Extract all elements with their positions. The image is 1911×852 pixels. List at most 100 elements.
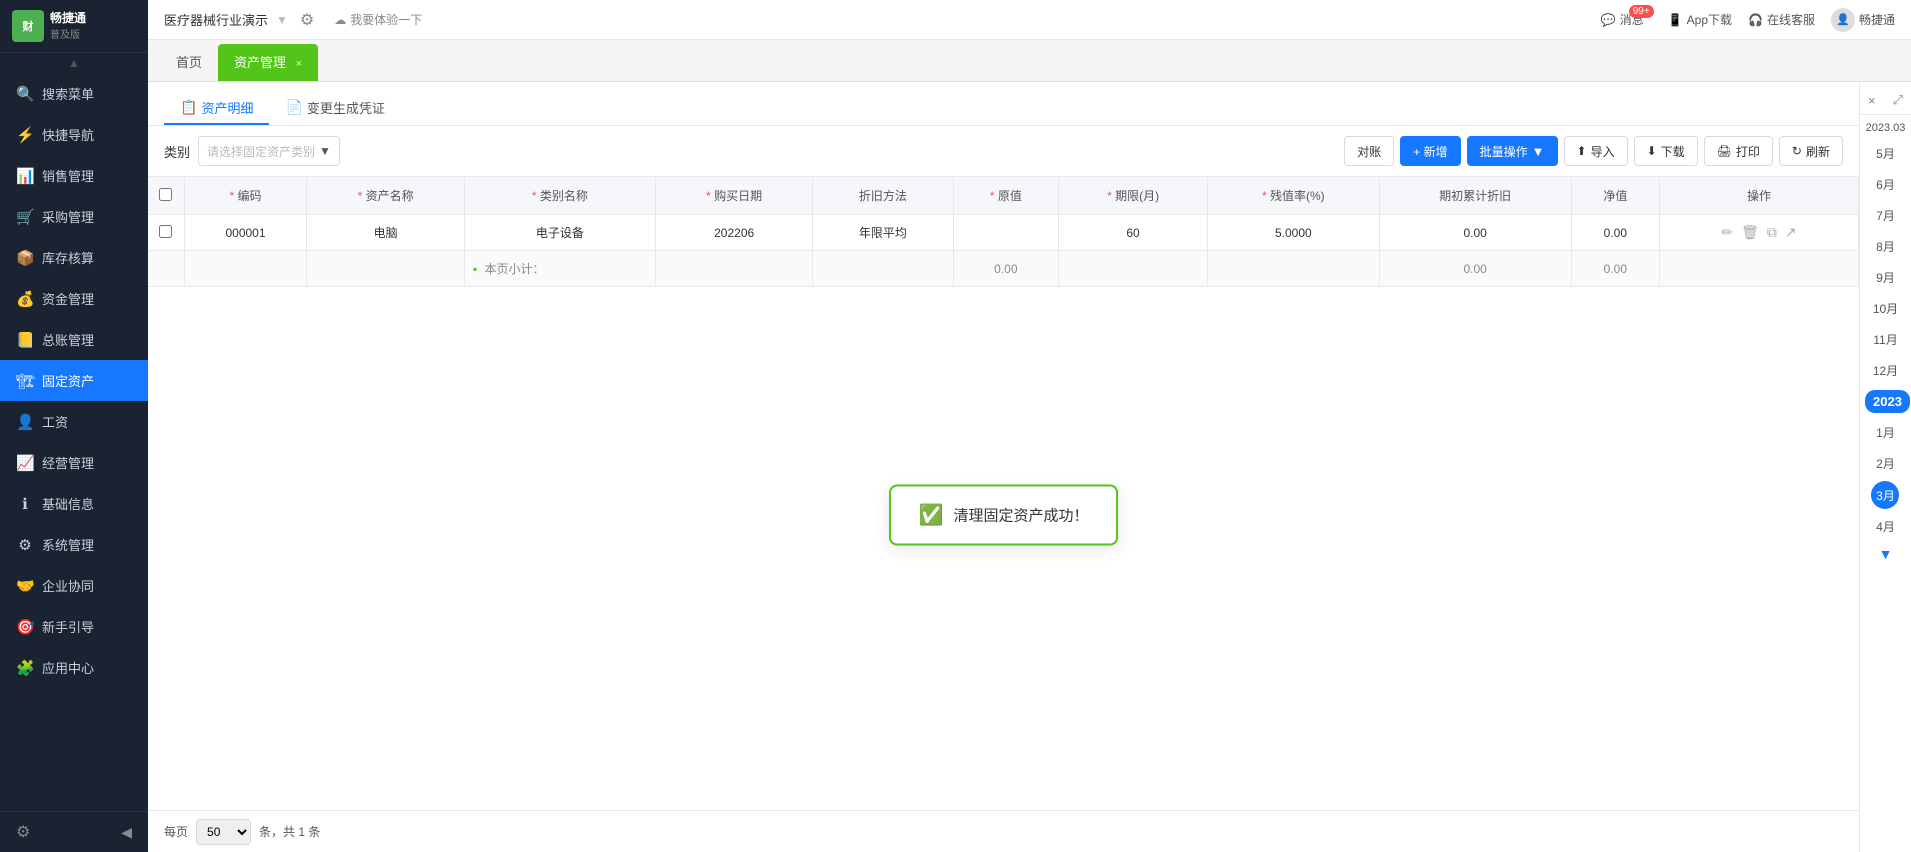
download-btn[interactable]: ⬇ 下载 [1634, 136, 1698, 166]
online-service-btn[interactable]: 🎧 在线客服 [1748, 11, 1815, 28]
sub-tab-asset-detail[interactable]: 📋 资产明细 [164, 92, 269, 125]
reconcile-btn[interactable]: 对账 [1344, 136, 1394, 166]
import-btn[interactable]: ⬆ 导入 [1564, 136, 1628, 166]
sidebar-item-label: 快捷导航 [42, 125, 94, 144]
batch-dropdown-icon: ▼ [1532, 144, 1545, 159]
subtotal-icon: ▪ [473, 262, 477, 276]
print-icon: 🖨 [1717, 144, 1732, 158]
content-area: 📋 资产明细 📄 变更生成凭证 类别 请选择固定资产类别 ▼ [148, 82, 1911, 852]
toast-check-icon: ✅ [919, 502, 944, 527]
batch-ops-label: 批量操作 [1480, 143, 1528, 160]
th-accum-depr: 期初累计折旧 [1379, 177, 1571, 215]
sidebar-item-guide[interactable]: 🎯新手引导 [0, 606, 148, 647]
month-item[interactable]: 10月 [1863, 293, 1908, 324]
toolbar-right: 对账 + 新增 批量操作 ▼ ⬆ 导入 ⬇ 下载 [1344, 136, 1843, 166]
refresh-icon: ↻ [1792, 144, 1802, 158]
collapse-icon[interactable]: ◀ [121, 824, 132, 841]
ops-icon: 📈 [16, 454, 34, 472]
tab-home[interactable]: 首页 [160, 44, 218, 81]
tabbar: 首页 资产管理 × [148, 40, 1911, 82]
more-btn[interactable]: ↗ [1785, 224, 1797, 241]
month-item[interactable]: 4月 [1863, 511, 1908, 542]
tab-close-icon[interactable]: × [296, 58, 302, 70]
company-name: 医疗器械行业演示 [164, 10, 268, 29]
sidebar-item-finance[interactable]: 💰资金管理 [0, 278, 148, 319]
quick-nav-icon: ⚡ [16, 126, 34, 144]
sidebar-item-fixed-assets[interactable]: 🏗固定资产 [0, 360, 148, 401]
message-btn[interactable]: 💬 消息 99+ [1601, 11, 1644, 28]
enterprise-icon: 🤝 [16, 577, 34, 595]
success-toast: ✅ 清理固定资产成功！ [889, 484, 1119, 545]
username: 畅捷通 [1859, 11, 1895, 28]
toast-message: 清理固定资产成功！ [953, 504, 1088, 525]
delete-btn[interactable]: 🗑 [1741, 224, 1759, 241]
month-item[interactable]: 6月 [1863, 169, 1908, 200]
sidebar-item-label: 基础信息 [42, 494, 94, 513]
sidebar-item-payroll[interactable]: 👤工资 [0, 401, 148, 442]
sidebar-item-inventory[interactable]: 📦库存核算 [0, 237, 148, 278]
refresh-btn[interactable]: ↻ 刷新 [1779, 136, 1843, 166]
month-item[interactable]: 7月 [1863, 200, 1908, 231]
purchase-icon: 🛒 [16, 208, 34, 226]
app-download-btn[interactable]: 📱 App下载 [1668, 11, 1732, 28]
sidebar-item-app-center[interactable]: 🧩应用中心 [0, 647, 148, 688]
new-btn[interactable]: + 新增 [1400, 136, 1460, 166]
import-icon: ⬆ [1577, 144, 1587, 158]
sidebar-bottom: ⚙ ◀ [0, 811, 148, 852]
current-month[interactable]: 3月 [1871, 481, 1899, 509]
import-label: 导入 [1591, 143, 1615, 160]
sub-tab-voucher-gen[interactable]: 📄 变更生成凭证 [269, 92, 400, 125]
category-select[interactable]: 请选择固定资产类别 ▼ [198, 136, 340, 166]
panel-close-icon[interactable]: × [1868, 93, 1876, 108]
month-item[interactable]: 8月 [1863, 231, 1908, 262]
th-term: * 期限(月) [1059, 177, 1208, 215]
asset-detail-icon: 📋 [180, 99, 197, 116]
settings-icon[interactable]: ⚙ [16, 822, 30, 842]
sidebar-item-search[interactable]: 🔍搜索菜单 [0, 73, 148, 114]
month-item[interactable]: 2月 [1863, 448, 1908, 479]
sub-tab-voucher-label: 变更生成凭证 [307, 98, 385, 117]
user-btn[interactable]: 👤 畅捷通 [1831, 8, 1895, 32]
per-page-label: 每页 [164, 823, 188, 840]
panel-expand-icon[interactable]: ⤢ [1893, 92, 1903, 108]
subtotal-row: ▪ 本页小计： 0.00 0.00 0.00 [148, 251, 1859, 287]
month-item[interactable]: 12月 [1863, 355, 1908, 386]
payroll-icon: 👤 [16, 413, 34, 431]
panel-scroll-down[interactable]: ▼ [1863, 542, 1908, 566]
tab-asset-mgmt[interactable]: 资产管理 × [218, 44, 318, 81]
page-total: 条，共 1 条 [259, 823, 320, 840]
company-dropdown-icon[interactable]: ▼ [276, 13, 288, 27]
asset-table: * 编码 * 资产名称 * 类别名称 * 购买日期 折旧方法 * 原值 * 期限… [148, 177, 1859, 287]
sidebar-item-label: 系统管理 [42, 535, 94, 554]
month-item[interactable]: 1月 [1863, 417, 1908, 448]
ledger-icon: 📒 [16, 331, 34, 349]
sidebar-item-ops[interactable]: 📈经营管理 [0, 442, 148, 483]
batch-ops-btn[interactable]: 批量操作 ▼ [1467, 136, 1558, 166]
month-item[interactable]: 11月 [1863, 324, 1908, 355]
experience-btn[interactable]: ☁ 我要体验一下 [334, 11, 422, 28]
copy-btn[interactable]: ⧉ [1767, 224, 1777, 241]
row-checkbox[interactable] [159, 225, 172, 238]
select-all-checkbox[interactable] [159, 188, 172, 201]
experience-cloud-icon: ☁ [334, 13, 346, 27]
sidebar-item-enterprise[interactable]: 🤝企业协同 [0, 565, 148, 606]
edit-btn[interactable]: ✏ [1721, 224, 1733, 241]
sidebar-item-base-info[interactable]: ℹ基础信息 [0, 483, 148, 524]
sidebar-scroll-up[interactable]: ▲ [0, 53, 148, 73]
sub-tab-asset-detail-label: 资产明细 [201, 98, 253, 117]
year-btn[interactable]: 2023 [1865, 390, 1910, 413]
subtotal-original-value: 0.00 [953, 251, 1059, 287]
cell-purchase-date: 202206 [655, 215, 812, 251]
sidebar-item-sys-mgmt[interactable]: ⚙系统管理 [0, 524, 148, 565]
topbar-settings-icon[interactable]: ⚙ [300, 10, 314, 30]
print-btn[interactable]: 🖨 打印 [1704, 136, 1773, 166]
month-item[interactable]: 9月 [1863, 262, 1908, 293]
per-page-select[interactable]: 50 100 [196, 819, 251, 845]
month-item[interactable]: 5月 [1863, 138, 1908, 169]
sidebar-item-ledger[interactable]: 📒总账管理 [0, 319, 148, 360]
logo-icon: 财 [12, 10, 44, 42]
sidebar-item-purchase[interactable]: 🛒采购管理 [0, 196, 148, 237]
row-checkbox-cell [148, 215, 184, 251]
sidebar-item-quick-nav[interactable]: ⚡ 快捷导航 [0, 114, 148, 155]
sidebar-item-sales[interactable]: 📊销售管理 [0, 155, 148, 196]
